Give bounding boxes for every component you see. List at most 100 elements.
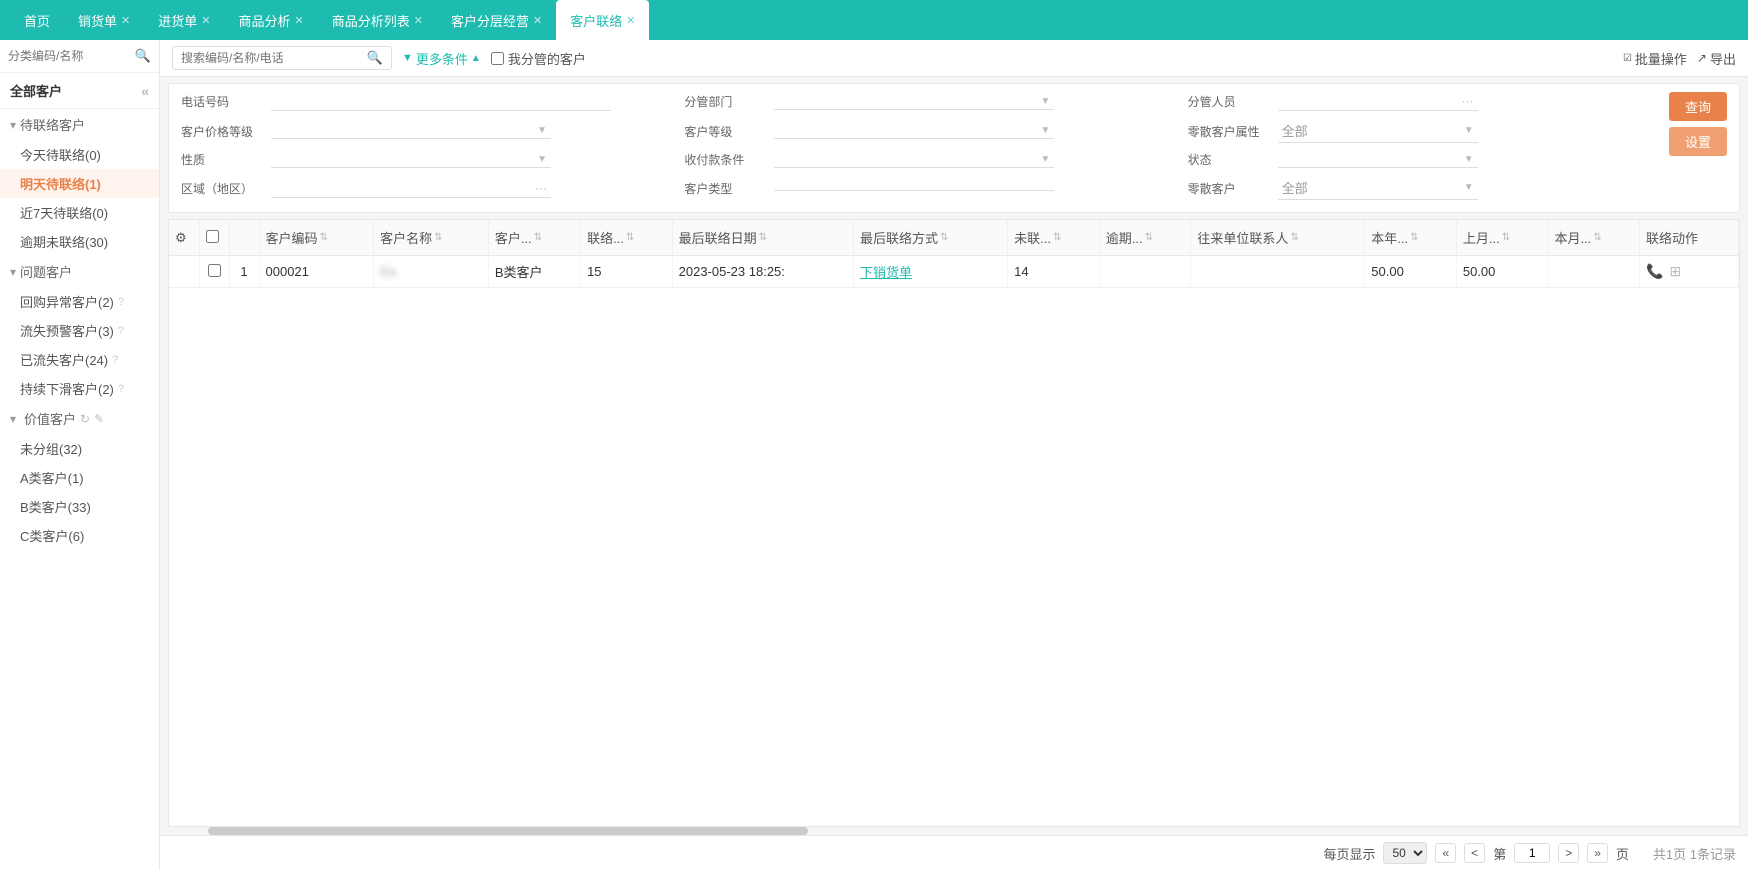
row-last-method[interactable]: 下销货单 <box>853 256 1007 288</box>
sidebar-collapse-btn[interactable]: « <box>141 83 149 99</box>
filter-region-select[interactable]: ··· <box>271 179 551 198</box>
page-unit: 页 <box>1616 844 1629 863</box>
scrollbar-thumb[interactable] <box>208 827 808 835</box>
table-row: 1 000021 Ea B类客户 15 <box>169 256 1739 288</box>
horizontal-scrollbar[interactable] <box>168 827 1740 835</box>
filter-customer-type-select[interactable] <box>774 186 1054 191</box>
row-checkbox[interactable] <box>208 264 221 277</box>
nav-segment-close[interactable]: ✕ <box>533 14 542 27</box>
filter-nature-select[interactable]: ▼ <box>271 152 551 168</box>
next-page-btn[interactable]: > <box>1558 843 1579 863</box>
col-header-check[interactable] <box>199 220 229 256</box>
batch-op-btn[interactable]: ☑ 批量操作 <box>1623 49 1687 68</box>
page-input[interactable] <box>1514 843 1550 863</box>
nav-customer-segment[interactable]: 客户分层经营 ✕ <box>437 0 556 40</box>
nav-sales-order-close[interactable]: ✕ <box>121 14 130 27</box>
last-page-btn[interactable]: » <box>1587 843 1608 863</box>
filter-row-3: 性质 ▼ 收付款条件 ▼ <box>181 151 1651 168</box>
col-header-unit-contact[interactable]: 往来单位联系人 ⇅ <box>1191 220 1365 256</box>
col-header-settings[interactable]: ⚙ <box>169 220 199 256</box>
col-header-last-date[interactable]: 最后联络日期 ⇅ <box>672 220 853 256</box>
value-edit-icon[interactable]: ✎ <box>94 412 104 426</box>
filter-status-select[interactable]: ▼ <box>1278 152 1478 168</box>
nav-home[interactable]: 首页 <box>10 0 64 40</box>
sort-icon-code: ⇅ <box>320 232 328 243</box>
page-size-select[interactable]: 50 <box>1383 842 1427 864</box>
export-btn[interactable]: ↗ 导出 <box>1697 49 1736 68</box>
sidebar-section-pending: 待联络客户 <box>0 109 159 140</box>
sidebar-item-a-class[interactable]: A类客户(1) <box>0 463 159 492</box>
filter-retail-attr-select[interactable]: 全部 ▼ <box>1278 119 1478 143</box>
sidebar-item-repurchase-anomaly[interactable]: 回购异常客户(2) ? <box>0 287 159 316</box>
filter-payment-select[interactable]: ▼ <box>774 152 1054 168</box>
col-header-type[interactable]: 客户... ⇅ <box>488 220 580 256</box>
filter-chevron-icon: ▲ <box>471 53 481 64</box>
search-icon[interactable]: 🔍 <box>367 50 383 66</box>
filter-phone-input[interactable] <box>271 92 611 111</box>
sidebar-item-today[interactable]: 今天待联络(0) <box>0 140 159 169</box>
my-customer-check[interactable]: 我分管的客户 <box>491 49 586 68</box>
filter-dept-select[interactable]: ▼ <box>774 94 1054 110</box>
query-btn[interactable]: 查询 <box>1669 92 1727 121</box>
nav-customer-contact[interactable]: 客户联络 ✕ <box>556 0 649 40</box>
sidebar-item-churn-warning[interactable]: 流失预警客户(3) ? <box>0 316 159 345</box>
nav-product-analysis[interactable]: 商品分析 ✕ <box>224 0 317 40</box>
nav-sales-order[interactable]: 销货单 ✕ <box>64 0 144 40</box>
last-contact-method-link[interactable]: 下销货单 <box>860 265 912 280</box>
sidebar-item-tomorrow[interactable]: 明天待联络(1) <box>0 169 159 198</box>
sidebar-all-customers[interactable]: 全部客户 « <box>0 73 159 109</box>
col-header-this-year[interactable]: 本年... ⇅ <box>1365 220 1457 256</box>
col-header-last-month[interactable]: 上月... ⇅ <box>1456 220 1548 256</box>
sidebar-item-7days[interactable]: 近7天待联络(0) <box>0 198 159 227</box>
nav-purchase-close[interactable]: ✕ <box>201 14 210 27</box>
nav-purchase-order[interactable]: 进货单 ✕ <box>144 0 224 40</box>
col-header-last-method[interactable]: 最后联络方式 ⇅ <box>853 220 1007 256</box>
col-header-num <box>229 220 259 256</box>
filter-phone: 电话号码 <box>181 92 644 111</box>
row-code: 000021 <box>259 256 374 288</box>
row-check[interactable] <box>199 256 229 288</box>
help-icon-churn: ? <box>118 325 124 337</box>
action-grid-icon[interactable]: ⊞ <box>1669 263 1681 280</box>
sidebar-item-b-class[interactable]: B类客户(33) <box>0 492 159 521</box>
per-page-label: 每页显示 <box>1323 844 1375 863</box>
filter-price-level-select[interactable]: ▼ <box>271 123 551 139</box>
filter-customer-level-select[interactable]: ▼ <box>774 123 1054 139</box>
filter-retail-customer-select[interactable]: 全部 ▼ <box>1278 176 1478 200</box>
row-this-year: 50.00 <box>1365 256 1457 288</box>
col-header-this-month[interactable]: 本月... ⇅ <box>1548 220 1640 256</box>
col-header-overdue[interactable]: 逾期... ⇅ <box>1099 220 1191 256</box>
nav-contact-close[interactable]: ✕ <box>626 14 635 27</box>
sidebar-item-overdue[interactable]: 逾期未联络(30) <box>0 227 159 256</box>
my-customer-checkbox[interactable] <box>491 52 504 65</box>
sidebar-item-churned[interactable]: 已流失客户(24) ? <box>0 345 159 374</box>
filter-row-2: 客户价格等级 ▼ 客户等级 ▼ <box>181 119 1651 143</box>
action-phone-icon[interactable]: 📞 <box>1646 263 1663 280</box>
sidebar-search-input[interactable] <box>8 49 131 63</box>
sort-icon-name: ⇅ <box>434 232 442 243</box>
row-name[interactable]: Ea <box>374 256 489 288</box>
nav-product-analysis-list[interactable]: 商品分析列表 ✕ <box>318 0 437 40</box>
sidebar-item-c-class[interactable]: C类客户(6) <box>0 521 159 550</box>
settings-btn[interactable]: 设置 <box>1669 127 1727 156</box>
search-input[interactable] <box>181 51 363 65</box>
filter-retail-attr: 零散客户属性 全部 ▼ <box>1188 119 1651 143</box>
filter-manager-select[interactable]: ··· <box>1278 92 1478 111</box>
filter-more-btn[interactable]: ▼ 更多条件 ▲ <box>402 49 481 68</box>
filter-region: 区域（地区） ··· <box>181 179 644 198</box>
col-header-name[interactable]: 客户名称 ⇅ <box>374 220 489 256</box>
sidebar-search-icon[interactable]: 🔍 <box>135 48 151 64</box>
filter-region-label: 区域（地区） <box>181 180 271 197</box>
sidebar-item-declining[interactable]: 持续下滑客户(2) ? <box>0 374 159 403</box>
first-page-btn[interactable]: « <box>1435 843 1456 863</box>
nav-product-list-close[interactable]: ✕ <box>414 14 423 27</box>
nav-product-analysis-close[interactable]: ✕ <box>295 14 304 27</box>
sidebar-item-ungrouped[interactable]: 未分组(32) <box>0 434 159 463</box>
col-header-code[interactable]: 客户编码 ⇅ <box>259 220 374 256</box>
value-refresh-icon[interactable]: ↻ <box>80 412 90 426</box>
prev-page-btn[interactable]: < <box>1464 843 1485 863</box>
col-header-contact[interactable]: 联络... ⇅ <box>581 220 673 256</box>
page-label: 第 <box>1493 844 1506 863</box>
col-header-no-contact[interactable]: 未联... ⇅ <box>1008 220 1100 256</box>
select-all-checkbox[interactable] <box>206 230 219 243</box>
